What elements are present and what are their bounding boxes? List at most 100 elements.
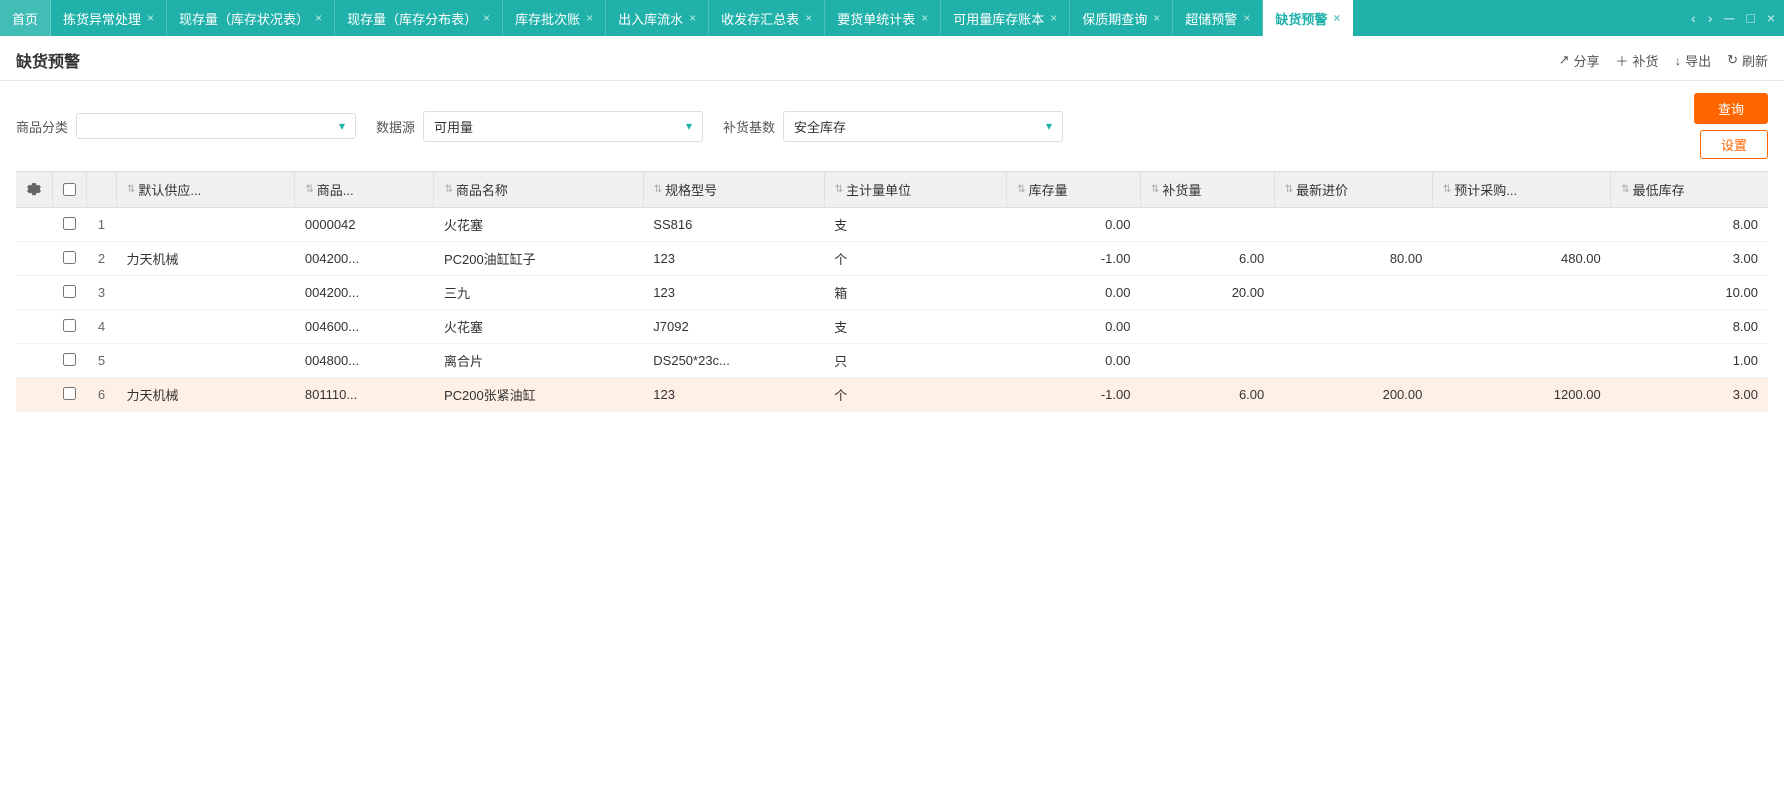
row-checkbox[interactable] xyxy=(63,251,76,264)
select-all-checkbox[interactable] xyxy=(63,183,76,196)
tab-close-inout[interactable]: × xyxy=(689,11,696,25)
tab-stock-dist[interactable]: 现存量（库存分布表） × xyxy=(335,0,503,36)
col-est-purchase: ⇅ 预计采购... xyxy=(1432,172,1610,208)
shortage-table: ⇅ 默认供应... ⇅ 商品... ⇅ 商品名称 xyxy=(16,171,1768,412)
row-stock: -1.00 xyxy=(1007,378,1141,412)
sort-stock-icon[interactable]: ⇅ xyxy=(1017,184,1025,195)
row-est-purchase xyxy=(1432,276,1610,310)
tab-close-available[interactable]: × xyxy=(1050,11,1057,25)
window-minimize[interactable]: ─ xyxy=(1719,8,1739,28)
row-checkbox[interactable] xyxy=(63,217,76,230)
replenish-select[interactable]: 安全库存 ▾ xyxy=(783,111,1063,142)
col-min-stock: ⇅ 最低库存 xyxy=(1611,172,1768,208)
row-code: 004200... xyxy=(295,242,434,276)
sort-latest-price-icon[interactable]: ⇅ xyxy=(1285,184,1293,195)
tab-close-shortage[interactable]: × xyxy=(1333,11,1340,25)
window-close[interactable]: × xyxy=(1762,8,1780,28)
datasource-select[interactable]: 可用量 ▾ xyxy=(423,111,703,142)
sort-code-icon[interactable]: ⇅ xyxy=(305,184,313,195)
tab-home[interactable]: 首页 xyxy=(0,0,51,36)
row-replenish xyxy=(1140,344,1274,378)
replenish-filter-group: 补货基数 安全库存 ▾ xyxy=(723,111,1063,142)
row-checkbox-cell xyxy=(53,208,87,242)
row-gear-cell xyxy=(16,310,53,344)
query-button[interactable]: 查询 xyxy=(1694,93,1768,124)
row-checkbox[interactable] xyxy=(63,285,76,298)
tab-close-expire[interactable]: × xyxy=(1153,11,1160,25)
row-unit: 个 xyxy=(824,378,1006,412)
row-checkbox[interactable] xyxy=(63,353,76,366)
row-name: 离合片 xyxy=(434,344,643,378)
tab-inout[interactable]: 出入库流水 × xyxy=(606,0,709,36)
col-latest-price: ⇅ 最新进价 xyxy=(1274,172,1432,208)
row-checkbox[interactable] xyxy=(63,387,76,400)
row-name: 火花塞 xyxy=(434,310,643,344)
sort-name-icon[interactable]: ⇅ xyxy=(444,184,452,195)
datasource-label: 数据源 xyxy=(376,117,415,136)
window-maximize[interactable]: □ xyxy=(1741,8,1759,28)
tab-expire[interactable]: 保质期查询 × xyxy=(1070,0,1173,36)
share-button[interactable]: ↗ 分享 xyxy=(1559,51,1600,70)
table-row: 5 004800... 离合片 DS250*23c... 只 0.00 1.00 xyxy=(16,344,1768,378)
sort-supplier-icon[interactable]: ⇅ xyxy=(127,184,135,195)
col-replenish: ⇅ 补货量 xyxy=(1140,172,1274,208)
tab-stock-status[interactable]: 现存量（库存状况表） × xyxy=(167,0,335,36)
refresh-button[interactable]: ↻ 刷新 xyxy=(1727,51,1768,70)
tab-shortage[interactable]: 缺货预警 × xyxy=(1263,0,1353,36)
export-icon: ↓ xyxy=(1675,53,1682,68)
row-latest-price xyxy=(1274,208,1432,242)
replenish-button[interactable]: ＋ 补货 xyxy=(1616,51,1659,70)
row-replenish: 6.00 xyxy=(1140,242,1274,276)
share-icon: ↗ xyxy=(1559,52,1570,68)
category-select[interactable]: ▾ xyxy=(76,113,356,139)
row-est-purchase xyxy=(1432,310,1610,344)
tab-overstock[interactable]: 超储预警 × xyxy=(1173,0,1263,36)
row-supplier: 力天机械 xyxy=(117,242,295,276)
sort-min-stock-icon[interactable]: ⇅ xyxy=(1621,184,1629,195)
tab-scroll-right[interactable]: › xyxy=(1703,8,1718,28)
tab-close-stock-status[interactable]: × xyxy=(315,11,322,25)
row-code: 004200... xyxy=(295,276,434,310)
export-button[interactable]: ↓ 导出 xyxy=(1675,51,1712,70)
tab-scroll-left[interactable]: ‹ xyxy=(1686,8,1701,28)
tab-close-overstock[interactable]: × xyxy=(1243,11,1250,25)
row-num-cell: 4 xyxy=(87,310,117,344)
tab-close-exception[interactable]: × xyxy=(147,11,154,25)
tab-close-stock-dist[interactable]: × xyxy=(483,11,490,25)
row-code: 004800... xyxy=(295,344,434,378)
row-unit: 支 xyxy=(824,208,1006,242)
tab-demand[interactable]: 要货单统计表 × xyxy=(825,0,941,36)
sort-est-purchase-icon[interactable]: ⇅ xyxy=(1443,184,1451,195)
gear-icon[interactable] xyxy=(26,182,42,198)
table-body: 1 0000042 火花塞 SS816 支 0.00 8.00 2 力天机械 0… xyxy=(16,208,1768,412)
row-checkbox-cell xyxy=(53,276,87,310)
sort-spec-icon[interactable]: ⇅ xyxy=(654,184,662,195)
row-stock: 0.00 xyxy=(1007,344,1141,378)
filter-right-buttons: 查询 设置 xyxy=(1694,93,1768,159)
header-actions: ↗ 分享 ＋ 补货 ↓ 导出 ↻ 刷新 xyxy=(1559,51,1768,70)
tab-available[interactable]: 可用量库存账本 × xyxy=(941,0,1070,36)
datasource-filter-group: 数据源 可用量 ▾ xyxy=(376,111,703,142)
table-header-row: ⇅ 默认供应... ⇅ 商品... ⇅ 商品名称 xyxy=(16,172,1768,208)
tab-batch[interactable]: 库存批次账 × xyxy=(503,0,606,36)
table-row: 6 力天机械 801110... PC200张紧油缸 123 个 -1.00 6… xyxy=(16,378,1768,412)
table-row: 4 004600... 火花塞 J7092 支 0.00 8.00 xyxy=(16,310,1768,344)
tab-close-recv-total[interactable]: × xyxy=(805,11,812,25)
tab-close-demand[interactable]: × xyxy=(921,11,928,25)
row-name: PC200油缸缸子 xyxy=(434,242,643,276)
row-spec: 123 xyxy=(643,276,824,310)
datasource-value: 可用量 xyxy=(434,117,473,136)
row-spec: 123 xyxy=(643,242,824,276)
tab-close-batch[interactable]: × xyxy=(586,11,593,25)
sort-unit-icon[interactable]: ⇅ xyxy=(835,184,843,195)
row-code: 0000042 xyxy=(295,208,434,242)
row-unit: 个 xyxy=(824,242,1006,276)
settings-button[interactable]: 设置 xyxy=(1700,130,1768,159)
tab-recv-total[interactable]: 收发存汇总表 × xyxy=(709,0,825,36)
datasource-arrow-icon: ▾ xyxy=(686,119,692,133)
row-checkbox[interactable] xyxy=(63,319,76,332)
row-min-stock: 3.00 xyxy=(1611,242,1768,276)
sort-replenish-icon[interactable]: ⇅ xyxy=(1151,184,1159,195)
tab-exception[interactable]: 拣货异常处理 × xyxy=(51,0,167,36)
replenish-arrow-icon: ▾ xyxy=(1046,119,1052,133)
